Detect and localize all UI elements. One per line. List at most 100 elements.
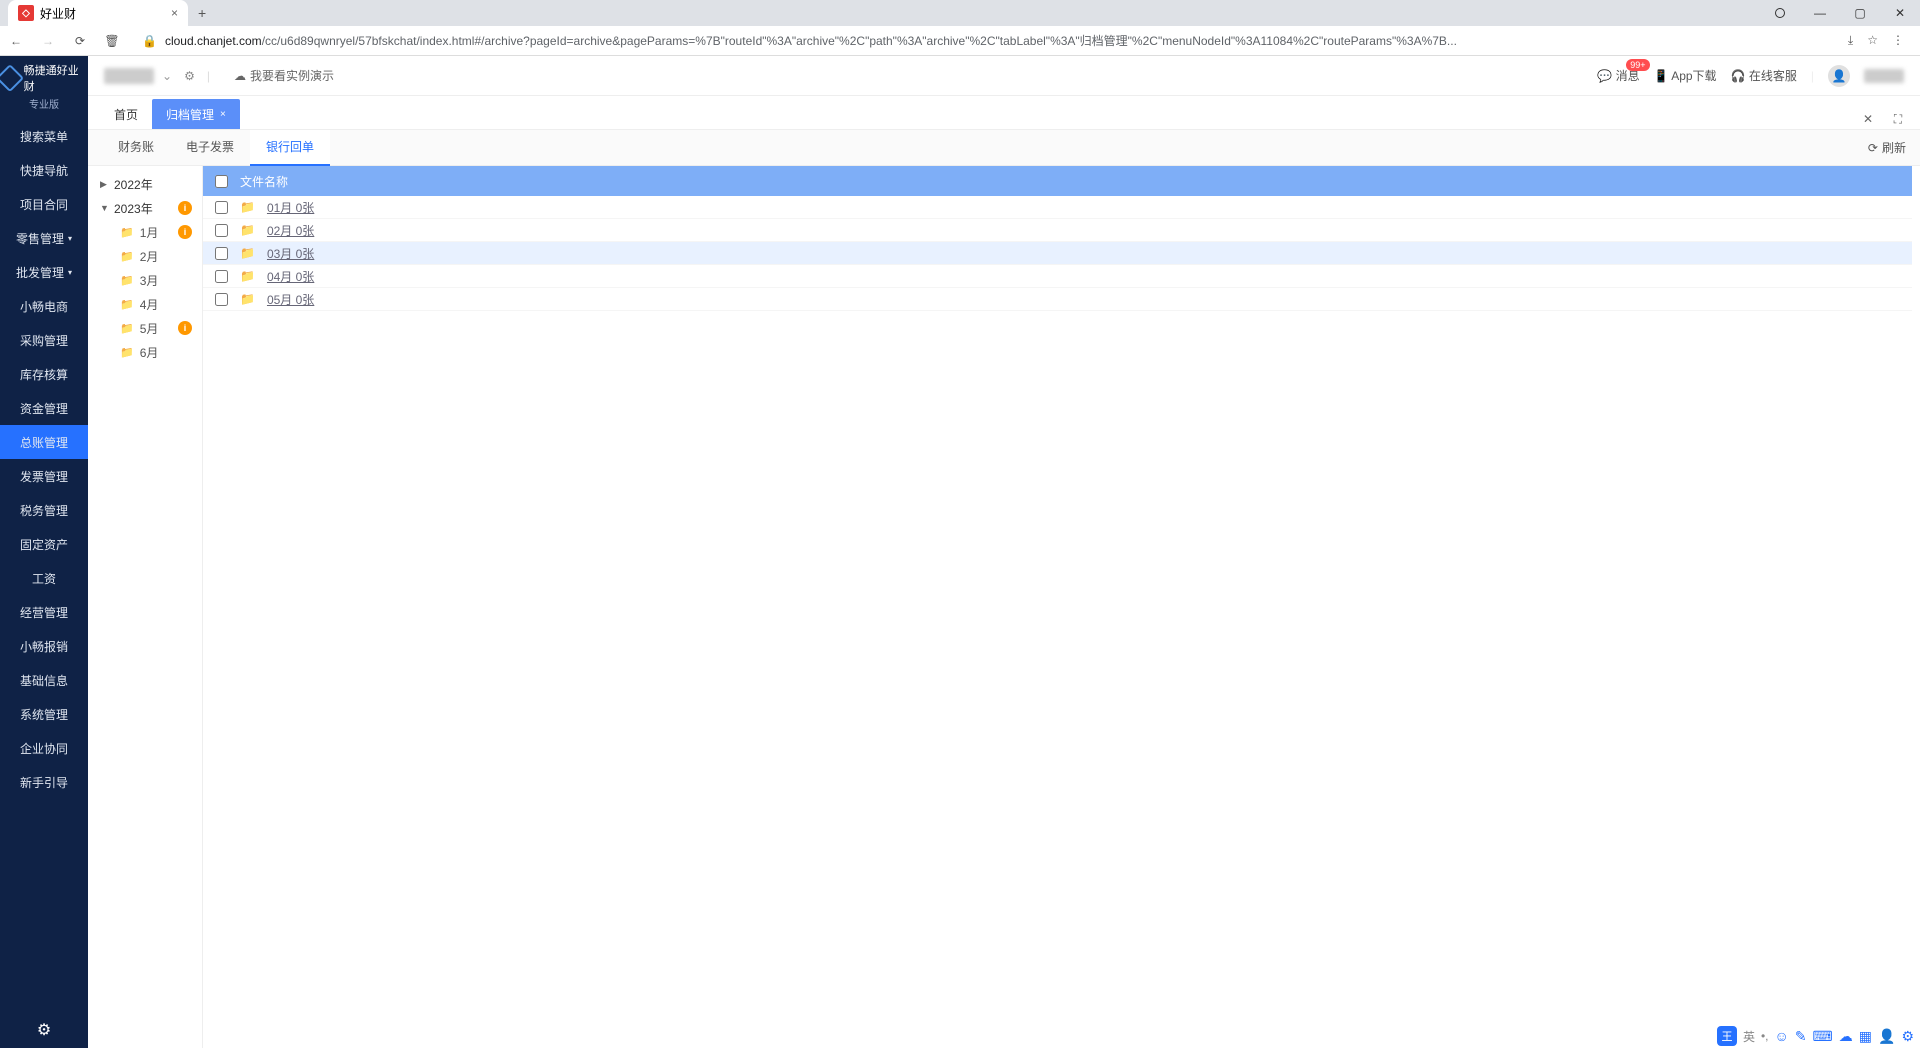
table-row[interactable]: 📁03月 0张 xyxy=(203,242,1912,265)
sidebar-item-19[interactable]: 新手引导 xyxy=(0,765,88,799)
minimize-icon[interactable]: — xyxy=(1800,0,1840,26)
sidebar-item-5[interactable]: 小畅电商 xyxy=(0,289,88,323)
tb-smile-icon[interactable]: ☺ xyxy=(1775,1028,1789,1044)
sidebar-item-15[interactable]: 小畅报销 xyxy=(0,629,88,663)
close-icon[interactable]: × xyxy=(220,109,226,120)
url-field[interactable]: 🔒 cloud.chanjet.com/cc/u6d89qwnryel/57bf… xyxy=(134,29,1836,53)
sidebar-item-0[interactable]: 搜索菜单 xyxy=(0,119,88,153)
gear-icon[interactable]: ⚙ xyxy=(184,69,195,83)
tb-keyboard-icon[interactable]: ⌨ xyxy=(1813,1028,1833,1045)
file-name[interactable]: 01月 0张 xyxy=(267,199,314,216)
tb-image-icon[interactable]: ▦ xyxy=(1859,1028,1872,1045)
demo-link[interactable]: ☁ 我要看实例演示 xyxy=(234,67,334,84)
favicon: ◇ xyxy=(18,5,34,21)
sub-tab-einvoice[interactable]: 电子发票 xyxy=(170,130,250,166)
table-row[interactable]: 📁 04月 0张 xyxy=(203,265,1912,288)
sidebar-item-16[interactable]: 基础信息 xyxy=(0,663,88,697)
sidebar-item-11[interactable]: 税务管理 xyxy=(0,493,88,527)
reload-icon[interactable]: ⟳ xyxy=(70,34,90,48)
circle-icon[interactable] xyxy=(1760,0,1800,26)
ime-taskbar: 王 英 •, ☺ ✎ ⌨ ☁ ▦ 👤 ⚙ xyxy=(1717,1026,1914,1046)
chevron-down-icon: ⌄ xyxy=(162,69,172,83)
tree-month-2[interactable]: 📁2月 xyxy=(88,244,202,268)
close-window-icon[interactable]: ✕ xyxy=(1880,0,1920,26)
window-controls: — ▢ ✕ xyxy=(1760,0,1920,26)
trash-icon[interactable]: 🗑 xyxy=(102,34,122,48)
row-checkbox[interactable] xyxy=(215,270,228,283)
table-row[interactable]: 📁02月 0张 xyxy=(203,219,1912,242)
new-tab-button[interactable]: + xyxy=(198,5,206,21)
sidebar-item-6[interactable]: 采购管理 xyxy=(0,323,88,357)
ime-lang[interactable]: 英 xyxy=(1743,1028,1755,1045)
tab-home[interactable]: 首页 xyxy=(100,99,152,129)
triangle-right-icon: ▶ xyxy=(100,179,110,190)
table-row[interactable]: 📁01月 0张 xyxy=(203,196,1912,219)
browser-tab-bar: ◇ 好业财 × + — ▢ ✕ xyxy=(0,0,1920,26)
column-header-filename: 文件名称 xyxy=(240,173,288,190)
sub-tab-bankreceipt[interactable]: 银行回单 xyxy=(250,130,330,166)
back-icon[interactable]: ← xyxy=(6,34,26,48)
sidebar-item-10[interactable]: 发票管理 xyxy=(0,459,88,493)
row-checkbox[interactable] xyxy=(215,224,228,237)
sidebar-item-8[interactable]: 资金管理 xyxy=(0,391,88,425)
file-name[interactable]: 05月 0张 xyxy=(267,291,314,308)
refresh-button[interactable]: ⟳ 刷新 xyxy=(1868,139,1906,156)
sidebar-item-14[interactable]: 经营管理 xyxy=(0,595,88,629)
folder-icon: 📁 xyxy=(240,269,255,283)
tab-archive[interactable]: 归档管理 × xyxy=(152,99,240,129)
avatar[interactable]: 👤 xyxy=(1828,65,1850,87)
sidebar-item-17[interactable]: 系统管理 xyxy=(0,697,88,731)
file-name[interactable]: 02月 0张 xyxy=(267,222,314,239)
row-checkbox[interactable] xyxy=(215,293,228,306)
browser-tab[interactable]: ◇ 好业财 × xyxy=(8,0,188,26)
online-service-button[interactable]: 🎧 在线客服 xyxy=(1731,67,1797,84)
tree-year-2022[interactable]: ▶ 2022年 xyxy=(88,172,202,196)
sidebar-item-4[interactable]: 批发管理▾ xyxy=(0,255,88,289)
username-blurred xyxy=(1864,69,1904,83)
sidebar-item-13[interactable]: 工资 xyxy=(0,561,88,595)
tree-month-1[interactable]: 📁1月i xyxy=(88,220,202,244)
tb-person-icon[interactable]: 👤 xyxy=(1878,1028,1895,1045)
ime-badge[interactable]: 王 xyxy=(1717,1026,1737,1046)
browser-chrome: ◇ 好业财 × + — ▢ ✕ ← → ⟳ 🗑 🔒 cloud.chanjet.… xyxy=(0,0,1920,56)
close-icon[interactable]: × xyxy=(171,6,178,20)
tb-gear-icon[interactable]: ⚙ xyxy=(1901,1028,1914,1045)
sidebar-item-12[interactable]: 固定资产 xyxy=(0,527,88,561)
sidebar-item-9[interactable]: 总账管理 xyxy=(0,425,88,459)
table-row[interactable]: 📁05月 0张 xyxy=(203,288,1912,311)
row-checkbox[interactable] xyxy=(215,247,228,260)
app-download-button[interactable]: 📱 App下载 xyxy=(1654,67,1717,84)
forward-icon: → xyxy=(38,34,58,48)
tree-month-3[interactable]: 📁3月 xyxy=(88,268,202,292)
tb-cloud-icon[interactable]: ☁ xyxy=(1839,1028,1853,1045)
tab-title: 好业财 xyxy=(40,5,76,22)
sub-tab-finance[interactable]: 财务账 xyxy=(102,130,170,166)
message-button[interactable]: 💬 消息 99+ xyxy=(1597,67,1639,84)
chevron-down-icon: ▾ xyxy=(68,234,72,243)
star-icon[interactable]: ☆ xyxy=(1867,33,1878,48)
fullscreen-icon[interactable]: ⛶ xyxy=(1888,109,1908,129)
tb-edit-icon[interactable]: ✎ xyxy=(1795,1028,1807,1045)
tree-month-6[interactable]: 📁6月 xyxy=(88,340,202,364)
row-checkbox[interactable] xyxy=(215,201,228,214)
close-all-icon[interactable]: ✕ xyxy=(1858,109,1878,129)
file-name[interactable]: 04月 0张 xyxy=(267,268,314,285)
sidebar-item-2[interactable]: 项目合同 xyxy=(0,187,88,221)
folder-icon: 📁 xyxy=(120,346,134,359)
tree-month-4[interactable]: 📁4月 xyxy=(88,292,202,316)
refresh-icon: ⟳ xyxy=(1868,141,1878,155)
triangle-down-icon: ▼ xyxy=(100,203,110,213)
maximize-icon[interactable]: ▢ xyxy=(1840,0,1880,26)
select-all-checkbox[interactable] xyxy=(215,175,228,188)
install-icon[interactable]: ⤓ xyxy=(1848,33,1853,48)
sidebar-item-1[interactable]: 快捷导航 xyxy=(0,153,88,187)
sidebar-item-3[interactable]: 零售管理▾ xyxy=(0,221,88,255)
file-name[interactable]: 03月 0张 xyxy=(267,245,314,262)
menu-icon[interactable]: ⋮ xyxy=(1892,33,1904,48)
tree-month-5[interactable]: 📁5月i xyxy=(88,316,202,340)
sidebar-item-18[interactable]: 企业协同 xyxy=(0,731,88,765)
sidebar-item-7[interactable]: 库存核算 xyxy=(0,357,88,391)
tree-year-2023[interactable]: ▼ 2023年 i xyxy=(88,196,202,220)
company-selector[interactable]: ⌄ xyxy=(104,68,172,84)
gear-icon[interactable]: ⚙ xyxy=(0,1012,88,1048)
